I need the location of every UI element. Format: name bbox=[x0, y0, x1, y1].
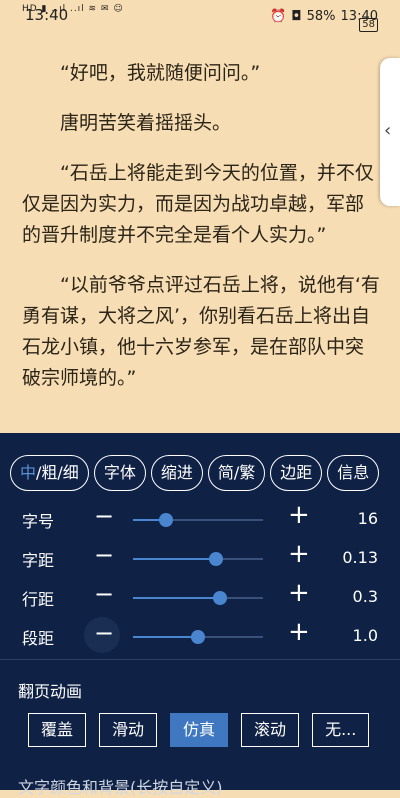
settings-tabs: 中/粗/细 字体 缩进 简/繁 边距 信息 bbox=[10, 455, 380, 491]
anim-option-slide[interactable]: 滑动 bbox=[99, 713, 158, 747]
line-spacing-plus-button[interactable]: + bbox=[288, 578, 310, 608]
text-color-background-title[interactable]: 文字颜色和背景(长按自定义) bbox=[18, 774, 223, 798]
line-spacing-label: 行距 bbox=[22, 590, 55, 609]
camera-icon: ◘ bbox=[291, 9, 302, 24]
alarm-icon: ⏰ bbox=[270, 9, 287, 24]
chevron-left-icon: ‹ bbox=[384, 120, 392, 141]
letter-spacing-minus-button[interactable]: − bbox=[94, 541, 114, 569]
battery-percent: 58% bbox=[306, 9, 336, 24]
font-size-plus-button[interactable]: + bbox=[288, 500, 310, 530]
anim-option-simulation[interactable]: 仿真 bbox=[170, 713, 229, 747]
anim-option-scroll[interactable]: 滚动 bbox=[241, 713, 300, 747]
paragraph-spacing-label: 段距 bbox=[22, 629, 55, 648]
letter-spacing-slider[interactable] bbox=[133, 552, 263, 566]
font-size-value: 16 bbox=[357, 509, 378, 528]
anim-option-none[interactable]: 无... bbox=[312, 713, 370, 747]
paragraph: “以前爷爷点评过石岳上将，说他有‘有勇有谋，大将之风’，你别看石岳上将出自石龙小… bbox=[22, 274, 380, 389]
line-spacing-minus-button[interactable]: − bbox=[94, 580, 114, 608]
line-spacing-row: 行距 − + 0.3 bbox=[0, 578, 400, 618]
tab-margin[interactable]: 边距 bbox=[270, 455, 323, 491]
paragraph: 唐明苦笑着摇摇头。 bbox=[60, 112, 232, 134]
letter-spacing-value: 0.13 bbox=[342, 548, 378, 567]
font-size-slider[interactable] bbox=[133, 513, 263, 527]
tab-simp-trad[interactable]: 简/繁 bbox=[207, 455, 266, 491]
line-spacing-slider[interactable] bbox=[133, 591, 263, 605]
paragraph-spacing-value: 1.0 bbox=[352, 626, 378, 645]
letter-spacing-row: 字距 − + 0.13 bbox=[0, 539, 400, 579]
status-time: 13:40 bbox=[25, 6, 69, 24]
tab-info[interactable]: 信息 bbox=[327, 455, 380, 491]
letter-spacing-label: 字距 bbox=[22, 551, 55, 570]
page-animation-options: 覆盖 滑动 仿真 滚动 无... bbox=[28, 713, 370, 747]
tab-font-weight[interactable]: 中/粗/细 bbox=[10, 455, 89, 491]
battery-icon: 58 bbox=[359, 18, 378, 32]
font-size-minus-button[interactable]: − bbox=[94, 502, 114, 530]
paragraph-spacing-minus-button[interactable]: − bbox=[94, 619, 114, 647]
paragraph: “石岳上将能走到今天的位置，并不仅仅是因为实力，而是因为战功卓越，军部的晋升制度… bbox=[22, 162, 374, 246]
paragraph: “好吧，我就随便问问。” bbox=[60, 62, 261, 84]
page-animation-title: 翻页动画 bbox=[18, 682, 83, 701]
font-size-row: 字号 − + 16 bbox=[0, 500, 400, 540]
tab-indent[interactable]: 缩进 bbox=[150, 455, 203, 491]
font-size-label: 字号 bbox=[22, 512, 55, 531]
paragraph-spacing-row: 段距 − + 1.0 bbox=[0, 617, 400, 657]
paragraph-spacing-slider[interactable] bbox=[133, 630, 263, 644]
status-bar: HD ▮ ..ıl ..ıl ≋ ✉ ☺ 13:40 ⏰ ◘ 58% 13:40… bbox=[0, 0, 400, 32]
line-spacing-value: 0.3 bbox=[352, 587, 378, 606]
letter-spacing-plus-button[interactable]: + bbox=[288, 539, 310, 569]
paragraph-spacing-plus-button[interactable]: + bbox=[288, 617, 310, 647]
side-drawer-handle[interactable]: ‹ bbox=[380, 58, 400, 206]
divider bbox=[0, 659, 400, 660]
tab-font[interactable]: 字体 bbox=[93, 455, 146, 491]
anim-option-cover[interactable]: 覆盖 bbox=[28, 713, 87, 747]
reading-content[interactable]: “好吧，我就随便问问。” 唐明苦笑着摇摇头。 “石岳上将能走到今天的位置，并不仅… bbox=[22, 58, 382, 413]
